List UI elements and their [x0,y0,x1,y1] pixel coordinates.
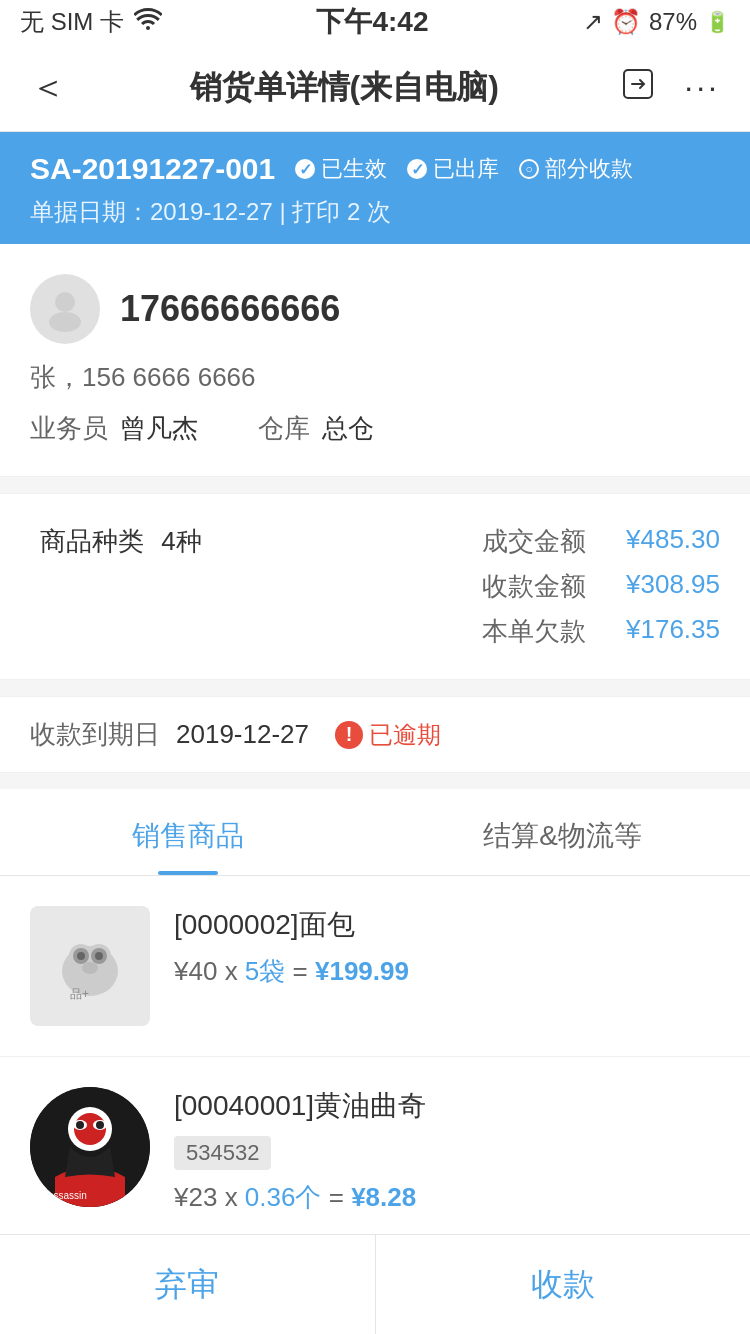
battery-icon: 🔋 [705,10,730,34]
stats-row: 商品种类 4种 成交金额 ¥485.30 收款金额 ¥308.95 本单欠款 ¥… [30,524,720,649]
customer-avatar [30,274,100,344]
svg-point-10 [82,962,98,974]
tab-settlement[interactable]: 结算&物流等 [375,789,750,875]
tab-sales-products[interactable]: 销售商品 [0,789,375,875]
svg-point-8 [77,952,85,960]
price-total-1: ¥199.99 [315,956,409,986]
status-left: 无 SIM 卡 [20,6,162,38]
stats-amounts: 成交金额 ¥485.30 收款金额 ¥308.95 本单欠款 ¥176.35 [482,524,720,649]
product-name-1: [0000002]面包 [174,906,720,944]
overdue-badge: ! 已逾期 [335,719,441,751]
wifi-icon [134,8,162,36]
tabs-row: 销售商品 结算&物流等 [0,789,750,875]
product-price-2: ¥23 x 0.36个 = ¥8.28 [174,1180,720,1215]
svg-text:assassin: assassin [48,1190,87,1201]
overdue-text: 已逾期 [369,719,441,751]
svg-point-9 [95,952,103,960]
product-info-1: [0000002]面包 ¥40 x 5袋 = ¥199.99 [174,906,720,989]
due-date-value: 2019-12-27 [176,719,309,750]
stats-section: 商品种类 4种 成交金额 ¥485.30 收款金额 ¥308.95 本单欠款 ¥… [0,493,750,680]
debt-amount: 本单欠款 ¥176.35 [482,614,720,649]
customer-id: 17666666666 [120,288,340,330]
warehouse-info: 仓库 总仓 [258,411,374,446]
bottom-bar: 弃审 收款 [0,1234,750,1334]
more-icon[interactable]: ··· [684,69,720,106]
header-banner-sub: 单据日期：2019-12-27 | 打印 2 次 [30,196,720,228]
transaction-value: ¥485.30 [626,524,720,559]
svg-point-2 [49,312,81,332]
product-item: 品+ [0000002]面包 ¥40 x 5袋 = ¥199.99 [0,876,750,1057]
price-base-2: ¥23 [174,1182,217,1212]
tabs-section: 销售商品 结算&物流等 [0,789,750,876]
status-badge-3: ○ 部分收款 [519,154,633,184]
customer-contact: 张，156 6666 6666 [30,360,720,395]
transaction-label: 成交金额 [482,524,586,559]
nav-bar: ＜ 销货单详情(来自电脑) ··· [0,44,750,132]
order-number: SA-20191227-001 [30,152,275,186]
nav-actions: ··· [622,68,720,108]
customer-meta: 业务员 曾凡杰 仓库 总仓 [30,411,720,446]
check-icon-2: ✓ [407,159,427,179]
product-thumbnail-1: 品+ [30,906,150,1026]
status-bar: 无 SIM 卡 下午4:42 ↗ ⏰ 87% 🔋 [0,0,750,44]
salesperson-label: 业务员 [30,411,108,446]
category-count: 4种 [161,526,201,556]
svg-point-1 [55,292,75,312]
price-base-1: ¥40 [174,956,217,986]
product-thumbnail-2: assassin [30,1087,150,1207]
svg-point-17 [76,1121,84,1129]
product-tag-2: 534532 [174,1136,271,1170]
price-total-2: ¥8.28 [351,1182,416,1212]
transaction-amount: 成交金额 ¥485.30 [482,524,720,559]
status-badge-2: ✓ 已出库 [407,154,499,184]
debt-label: 本单欠款 [482,614,586,649]
svg-point-18 [96,1121,104,1129]
share-icon[interactable] [622,68,654,108]
status-time: 下午4:42 [316,3,428,41]
product-info-2: [00040001]黄油曲奇 534532 ¥23 x 0.36个 = ¥8.2… [174,1087,720,1215]
overdue-icon: ! [335,721,363,749]
salesperson-info: 业务员 曾凡杰 [30,411,198,446]
status-badge-1: ✓ 已生效 [295,154,387,184]
page-title: 销货单详情(来自电脑) [190,66,499,110]
customer-top: 17666666666 [30,274,720,344]
warehouse-label: 仓库 [258,411,310,446]
header-banner-top: SA-20191227-001 ✓ 已生效 ✓ 已出库 ○ 部分收款 [30,152,720,186]
status-right: ↗ ⏰ 87% 🔋 [583,8,730,36]
back-button[interactable]: ＜ [30,63,66,112]
battery-text: 87% [649,8,697,36]
product-price-1: ¥40 x 5袋 = ¥199.99 [174,954,720,989]
check-icon-1: ✓ [295,159,315,179]
svg-text:品+: 品+ [70,987,89,1001]
confirm-button[interactable]: 收款 [376,1235,751,1334]
cancel-button[interactable]: 弃审 [0,1235,376,1334]
category-label: 商品种类 [40,526,144,556]
salesperson-name: 曾凡杰 [120,411,198,446]
debt-value: ¥176.35 [626,614,720,649]
stats-category: 商品种类 4种 [30,524,202,559]
carrier-text: 无 SIM 卡 [20,6,124,38]
alarm-icon: ⏰ [611,8,641,36]
product-item: assassin [00040001]黄油曲奇 534532 ¥23 x 0.3… [0,1057,750,1246]
product-name-2: [00040001]黄油曲奇 [174,1087,720,1125]
location-icon: ↗ [583,8,603,36]
header-banner: SA-20191227-001 ✓ 已生效 ✓ 已出库 ○ 部分收款 单据日期：… [0,132,750,244]
due-label: 收款到期日 [30,717,160,752]
due-date-section: 收款到期日 2019-12-27 ! 已逾期 [0,696,750,773]
customer-section: 17666666666 张，156 6666 6666 业务员 曾凡杰 仓库 总… [0,244,750,477]
collection-label: 收款金额 [482,569,586,604]
collection-amount: 收款金额 ¥308.95 [482,569,720,604]
price-qty-1: 5袋 [245,956,285,986]
clock-icon: ○ [519,159,539,179]
warehouse-name: 总仓 [322,411,374,446]
collection-value: ¥308.95 [626,569,720,604]
price-qty-2: 0.36个 [245,1182,322,1212]
